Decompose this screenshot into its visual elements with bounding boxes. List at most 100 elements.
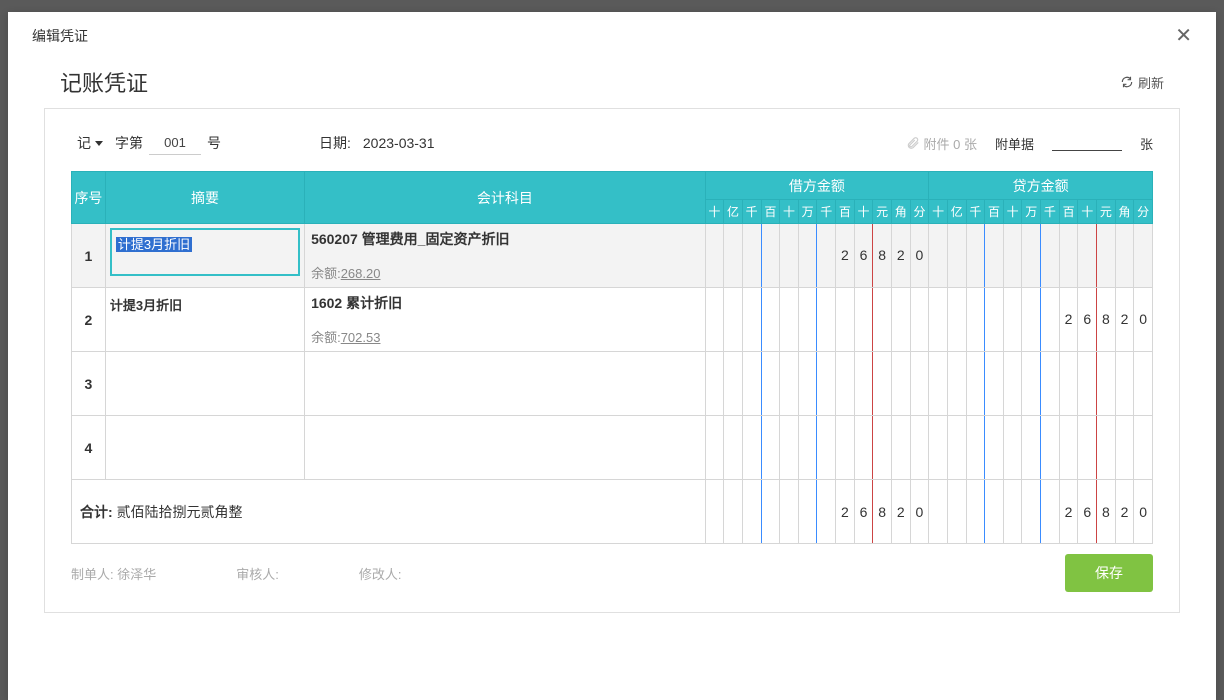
amount-cell[interactable] [780,352,799,416]
amount-cell[interactable] [929,288,948,352]
amount-cell[interactable] [910,352,929,416]
amount-cell[interactable]: 8 [873,480,892,544]
amount-cell[interactable] [1041,480,1060,544]
amount-cell[interactable] [742,224,761,288]
amount-cell[interactable]: 8 [1097,480,1116,544]
amount-cell[interactable] [724,416,743,480]
amount-cell[interactable] [724,480,743,544]
amount-cell[interactable] [761,480,780,544]
amount-cell[interactable] [1134,352,1153,416]
attachment-link[interactable]: 附件 0 张 [906,134,977,153]
amount-cell[interactable] [780,416,799,480]
amount-cell[interactable] [836,416,855,480]
amount-cell[interactable]: 0 [1134,288,1153,352]
amount-cell[interactable]: 2 [836,480,855,544]
amount-cell[interactable]: 2 [891,224,910,288]
amount-cell[interactable] [854,288,873,352]
amount-cell[interactable] [836,352,855,416]
amount-cell[interactable] [798,288,817,352]
amount-cell[interactable] [854,352,873,416]
amount-cell[interactable] [929,416,948,480]
amount-cell[interactable] [742,288,761,352]
amount-cell[interactable] [798,352,817,416]
amount-cell[interactable] [836,288,855,352]
amount-cell[interactable] [761,224,780,288]
amount-cell[interactable] [1003,288,1022,352]
amount-cell[interactable] [1059,224,1078,288]
amount-cell[interactable] [1003,224,1022,288]
save-button[interactable]: 保存 [1065,554,1153,592]
amount-cell[interactable] [705,224,724,288]
amount-cell[interactable] [1041,288,1060,352]
amount-cell[interactable]: 6 [1078,288,1097,352]
amount-cell[interactable] [817,416,836,480]
amount-cell[interactable] [1003,480,1022,544]
amount-cell[interactable] [966,416,985,480]
amount-cell[interactable] [705,288,724,352]
amount-cell[interactable] [1078,224,1097,288]
amount-cell[interactable] [1097,352,1116,416]
amount-cell[interactable] [985,352,1004,416]
amount-cell[interactable] [1041,416,1060,480]
amount-cell[interactable] [947,352,966,416]
amount-cell[interactable] [705,416,724,480]
amount-cell[interactable] [854,416,873,480]
amount-cell[interactable] [929,352,948,416]
amount-cell[interactable] [798,480,817,544]
account-cell[interactable]: 560207 管理费用_固定资产折旧余额:268.20 [305,224,706,288]
amount-cell[interactable] [1003,416,1022,480]
amount-cell[interactable] [873,416,892,480]
amount-cell[interactable] [929,224,948,288]
amount-cell[interactable]: 0 [910,224,929,288]
bill-count-input[interactable] [1052,135,1122,151]
amount-cell[interactable]: 2 [1115,288,1134,352]
amount-cell[interactable] [947,224,966,288]
amount-cell[interactable] [761,416,780,480]
amount-cell[interactable]: 6 [1078,480,1097,544]
amount-cell[interactable] [761,352,780,416]
summary-cell[interactable]: 计提3月折旧 [105,224,304,288]
amount-cell[interactable] [1115,416,1134,480]
date-input[interactable] [363,135,458,151]
amount-cell[interactable] [798,224,817,288]
amount-cell[interactable] [947,288,966,352]
account-cell[interactable] [305,352,706,416]
amount-cell[interactable]: 8 [1097,288,1116,352]
summary-cell[interactable] [105,416,304,480]
amount-cell[interactable] [910,288,929,352]
amount-cell[interactable] [966,288,985,352]
amount-cell[interactable] [1115,352,1134,416]
amount-cell[interactable] [1003,352,1022,416]
amount-cell[interactable] [985,288,1004,352]
amount-cell[interactable]: 2 [1115,480,1134,544]
amount-cell[interactable] [705,480,724,544]
amount-cell[interactable]: 0 [910,480,929,544]
amount-cell[interactable] [724,352,743,416]
amount-cell[interactable] [910,416,929,480]
amount-cell[interactable] [1115,224,1134,288]
amount-cell[interactable]: 6 [854,224,873,288]
amount-cell[interactable] [817,352,836,416]
summary-cell[interactable]: 计提3月折旧 [105,288,304,352]
amount-cell[interactable] [817,224,836,288]
amount-cell[interactable] [929,480,948,544]
amount-cell[interactable] [742,416,761,480]
amount-cell[interactable] [873,352,892,416]
amount-cell[interactable] [1022,416,1041,480]
amount-cell[interactable] [891,288,910,352]
refresh-button[interactable]: 刷新 [1120,73,1164,92]
amount-cell[interactable] [966,480,985,544]
amount-cell[interactable] [966,224,985,288]
amount-cell[interactable]: 6 [854,480,873,544]
amount-cell[interactable] [1041,224,1060,288]
amount-cell[interactable] [1059,416,1078,480]
amount-cell[interactable] [947,480,966,544]
amount-cell[interactable] [724,224,743,288]
amount-cell[interactable]: 8 [873,224,892,288]
amount-cell[interactable]: 2 [1059,480,1078,544]
amount-cell[interactable] [817,480,836,544]
amount-cell[interactable]: 2 [1059,288,1078,352]
amount-cell[interactable]: 2 [836,224,855,288]
account-cell[interactable]: 1602 累计折旧余额:702.53 [305,288,706,352]
amount-cell[interactable] [742,480,761,544]
